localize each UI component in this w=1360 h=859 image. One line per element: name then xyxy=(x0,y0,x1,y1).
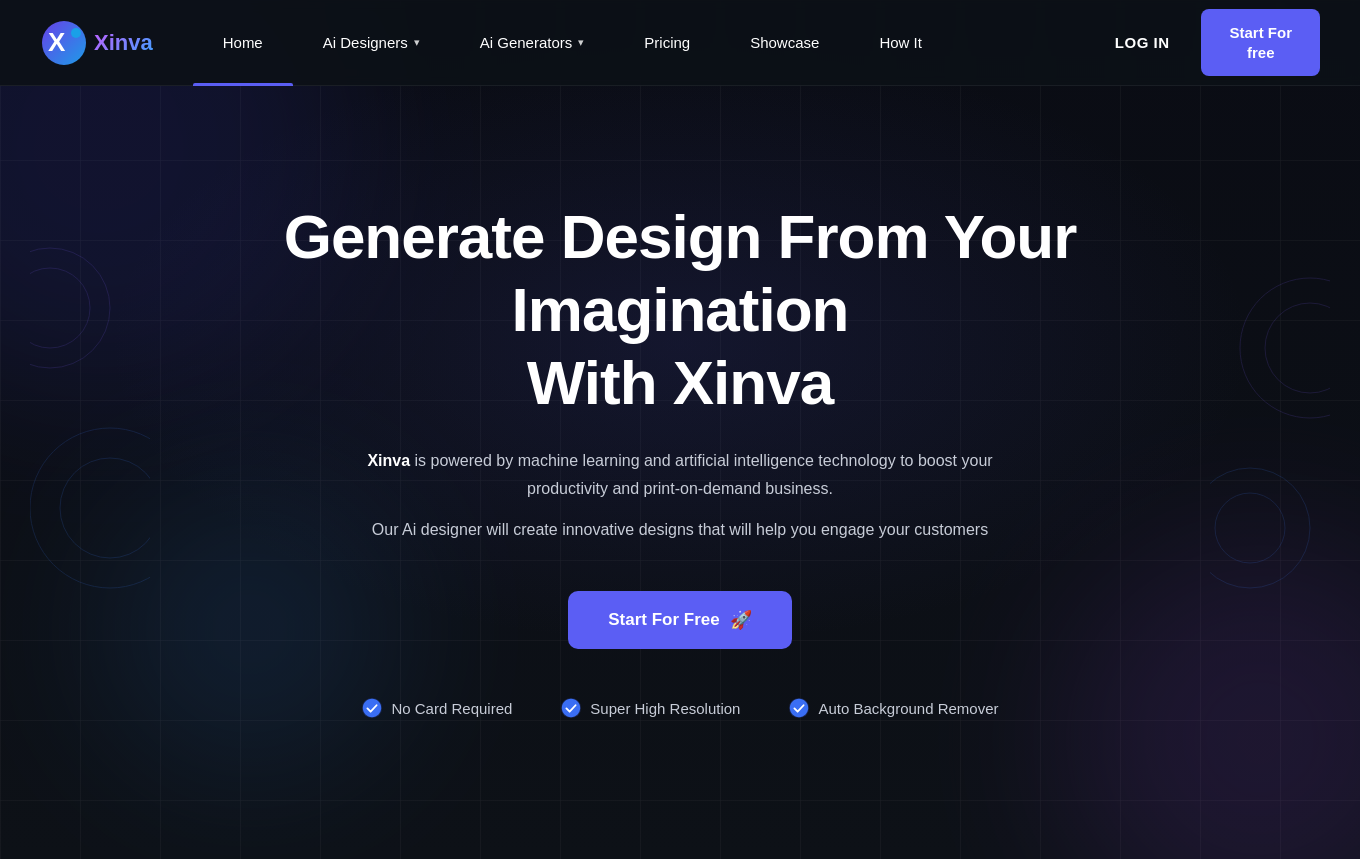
brand-name: Xinva xyxy=(94,30,153,56)
chevron-down-icon: ▾ xyxy=(414,36,420,49)
hero-section: Generate Design From Your Imagination Wi… xyxy=(0,0,1360,859)
nav-item-showcase[interactable]: Showcase xyxy=(720,0,849,86)
chevron-down-icon: ▾ xyxy=(578,36,584,49)
login-button[interactable]: LOG IN xyxy=(1099,26,1186,59)
hero-subtitle-2: Our Ai designer will create innovative d… xyxy=(330,516,1030,543)
check-circle-icon xyxy=(560,697,582,719)
check-circle-icon xyxy=(788,697,810,719)
start-for-free-button-nav[interactable]: Start Forfree xyxy=(1201,9,1320,76)
nav-item-how-it[interactable]: How It xyxy=(849,0,952,86)
brand-logo[interactable]: X Xinva xyxy=(40,19,153,67)
start-for-free-button-hero[interactable]: Start For Free 🚀 xyxy=(568,591,791,649)
badge-bg-remover: Auto Background Remover xyxy=(788,697,998,719)
hero-content: Generate Design From Your Imagination Wi… xyxy=(230,200,1130,719)
nav-item-ai-generators[interactable]: Ai Generators ▾ xyxy=(450,0,615,86)
badge-high-res: Super High Resolution xyxy=(560,697,740,719)
svg-point-2 xyxy=(71,28,81,38)
nav-item-home[interactable]: Home xyxy=(193,0,293,86)
nav-links: Home Ai Designers ▾ Ai Generators ▾ Pric… xyxy=(193,0,1099,86)
navbar: X Xinva Home Ai Designers ▾ Ai Generator… xyxy=(0,0,1360,86)
hero-badges: No Card Required Super High Resolution A… xyxy=(230,697,1130,719)
nav-item-ai-designers[interactable]: Ai Designers ▾ xyxy=(293,0,450,86)
nav-right: LOG IN Start Forfree xyxy=(1099,9,1320,76)
svg-text:X: X xyxy=(48,27,66,57)
check-circle-icon xyxy=(361,697,383,719)
nav-item-pricing[interactable]: Pricing xyxy=(614,0,720,86)
rocket-icon: 🚀 xyxy=(730,609,752,631)
badge-no-card: No Card Required xyxy=(361,697,512,719)
hero-subtitle-1: Xinva is powered by machine learning and… xyxy=(330,447,1030,501)
hero-title: Generate Design From Your Imagination Wi… xyxy=(230,200,1130,419)
